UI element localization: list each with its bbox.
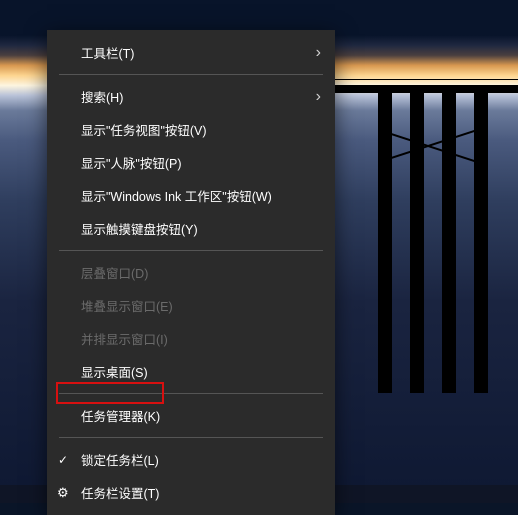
menu-label: 任务管理器(K) [81, 406, 160, 425]
menu-item-taskbar-settings[interactable]: ⚙ 任务栏设置(T) [47, 476, 335, 509]
menu-item-show-windows-ink[interactable]: 显示"Windows Ink 工作区"按钮(W) [47, 179, 335, 212]
menu-item-stack-windows: 堆叠显示窗口(E) [47, 289, 335, 322]
menu-label: 搜索(H) [81, 87, 123, 106]
menu-separator [59, 250, 323, 251]
menu-label: 层叠窗口(D) [81, 263, 148, 282]
checkmark-icon: ✓ [58, 453, 68, 467]
menu-item-search[interactable]: 搜索(H) [47, 80, 335, 113]
menu-label: 显示"Windows Ink 工作区"按钮(W) [81, 186, 272, 205]
menu-separator [59, 393, 323, 394]
menu-separator [59, 437, 323, 438]
menu-item-show-touch-keyboard[interactable]: 显示触摸键盘按钮(Y) [47, 212, 335, 245]
wallpaper-pier [358, 85, 498, 405]
menu-label: 显示"人脉"按钮(P) [81, 153, 182, 172]
menu-item-show-task-view[interactable]: 显示"任务视图"按钮(V) [47, 113, 335, 146]
menu-item-lock-taskbar[interactable]: ✓ 锁定任务栏(L) [47, 443, 335, 476]
menu-item-show-desktop[interactable]: 显示桌面(S) [47, 355, 335, 388]
gear-icon: ⚙ [57, 485, 69, 501]
menu-item-task-manager[interactable]: 任务管理器(K) [47, 399, 335, 432]
menu-label: 堆叠显示窗口(E) [81, 296, 173, 315]
menu-item-show-people[interactable]: 显示"人脉"按钮(P) [47, 146, 335, 179]
menu-item-toolbars[interactable]: 工具栏(T) [47, 36, 335, 69]
menu-label: 显示桌面(S) [81, 362, 148, 381]
menu-label: 显示触摸键盘按钮(Y) [81, 219, 198, 238]
menu-label: 显示"任务视图"按钮(V) [81, 120, 207, 139]
menu-separator [59, 74, 323, 75]
menu-item-side-by-side-windows: 并排显示窗口(I) [47, 322, 335, 355]
menu-label: 任务栏设置(T) [81, 483, 159, 502]
menu-label: 并排显示窗口(I) [81, 329, 168, 348]
taskbar-context-menu: 工具栏(T) 搜索(H) 显示"任务视图"按钮(V) 显示"人脉"按钮(P) 显… [47, 30, 335, 515]
menu-item-cascade-windows: 层叠窗口(D) [47, 256, 335, 289]
menu-label: 工具栏(T) [81, 43, 134, 62]
menu-label: 锁定任务栏(L) [81, 450, 159, 469]
